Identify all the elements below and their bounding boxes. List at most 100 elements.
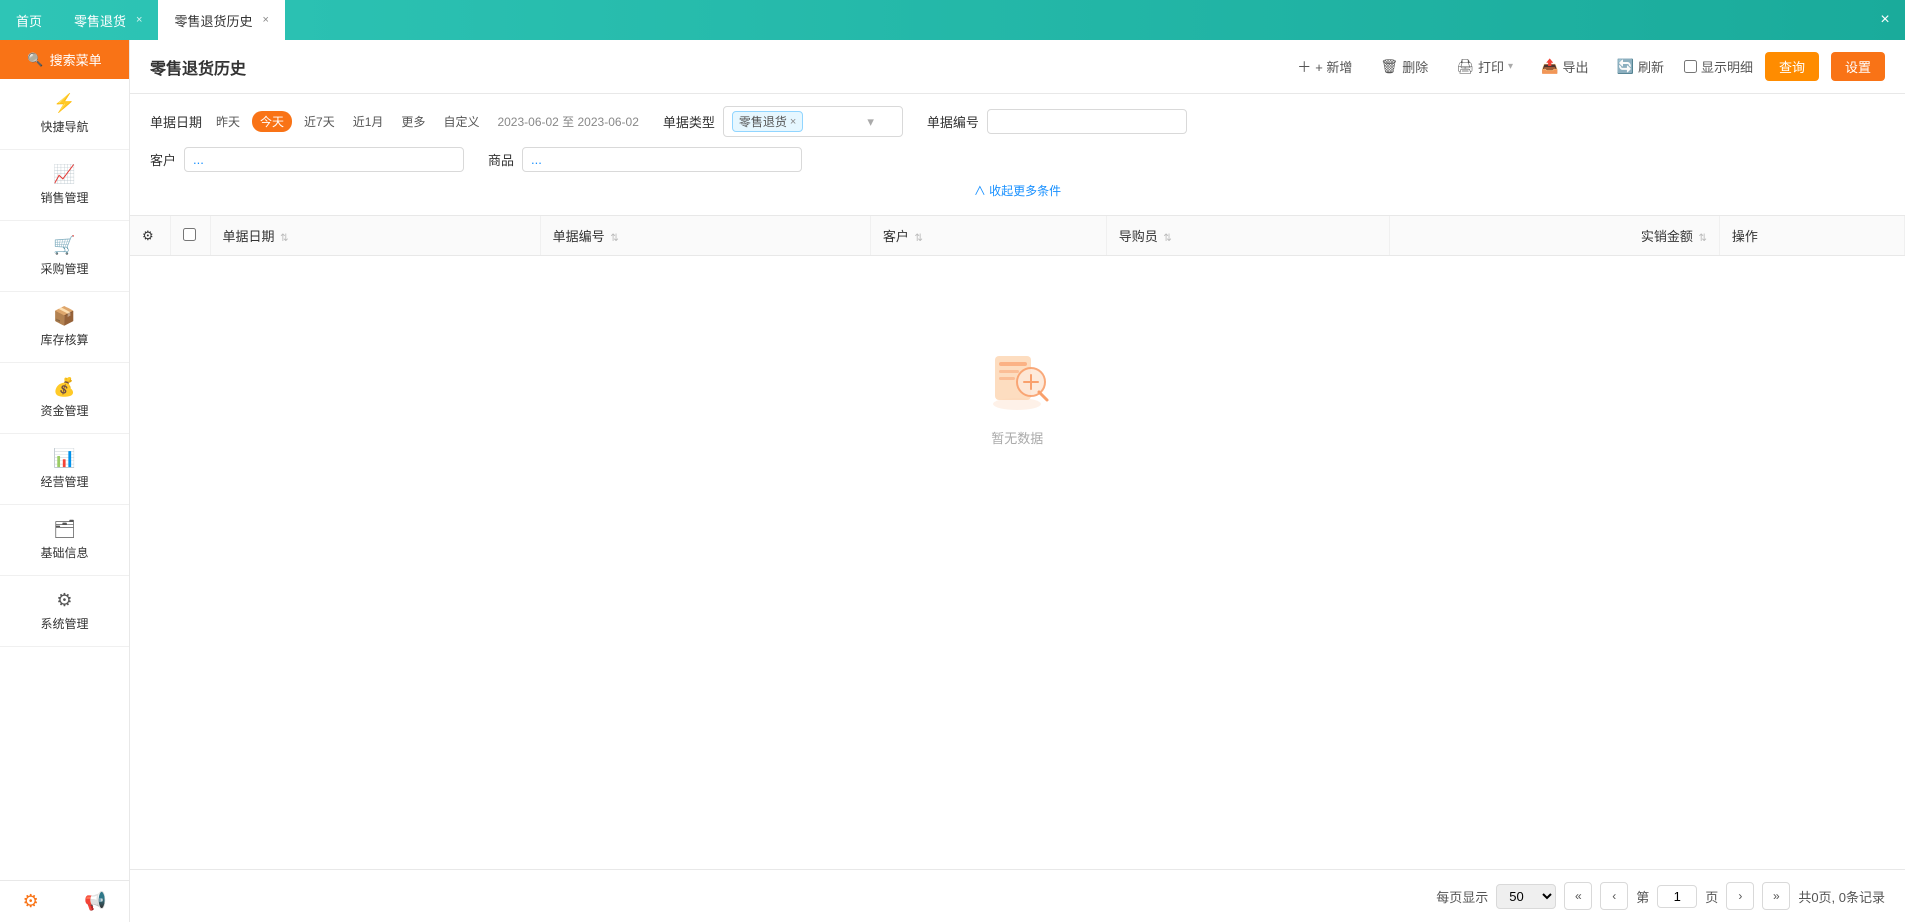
next-page-button[interactable]: › xyxy=(1726,882,1754,910)
pagination: 每页显示 20 50 100 « ‹ 第 页 › » 共0页, 0条记录 xyxy=(130,869,1905,922)
plus-icon: ＋ xyxy=(1297,57,1311,77)
print-dropdown-icon: ▾ xyxy=(1508,61,1513,72)
window-close-button[interactable]: × xyxy=(1865,0,1905,40)
search-icon: 🔍 xyxy=(27,52,43,68)
goods-ellipsis[interactable]: ... xyxy=(531,152,542,167)
toolbar: ＋ + 新增 🗑 删除 🖨 打印 ▾ 📤 导出 🔄 xyxy=(1289,52,1885,81)
tab-close-1[interactable]: × xyxy=(136,14,142,26)
date-opt-more[interactable]: 更多 xyxy=(395,111,431,132)
page-size-label: 每页显示 xyxy=(1436,887,1488,906)
type-filter-select[interactable]: 零售退货 × ▾ xyxy=(723,106,903,137)
date-opt-yesterday[interactable]: 昨天 xyxy=(210,111,246,132)
search-menu-label: 搜索菜单 xyxy=(50,50,102,69)
sidebar-label-0: 快捷导航 xyxy=(40,118,88,135)
top-bar: 首页零售退货×零售退货历史× × xyxy=(0,0,1905,40)
date-opt-today[interactable]: 今天 xyxy=(252,111,292,132)
total-label: 共0页, 0条记录 xyxy=(1798,887,1885,906)
guide-sort-icon[interactable]: ⇅ xyxy=(1163,233,1171,244)
setting-button[interactable]: 设置 xyxy=(1831,52,1885,81)
date-sort-icon[interactable]: ⇅ xyxy=(280,233,288,244)
query-label: 查询 xyxy=(1779,57,1805,76)
filter-area: 单据日期 昨天 今天 近7天 近1月 更多 自定义 2023-06-02 至 2… xyxy=(130,94,1905,216)
export-button[interactable]: 📤 导出 xyxy=(1533,53,1596,80)
tab-item-2[interactable]: 零售退货历史× xyxy=(158,0,284,40)
goods-filter-select[interactable]: ... xyxy=(522,147,802,172)
tab-item-1[interactable]: 零售退货× xyxy=(58,0,158,40)
tab-bar: 首页零售退货×零售退货历史× xyxy=(0,0,1865,40)
customer-filter-select[interactable]: ... xyxy=(184,147,464,172)
date-opt-custom[interactable]: 自定义 xyxy=(437,111,485,132)
empty-state: 暂无数据 xyxy=(130,256,1905,527)
delete-label: 删除 xyxy=(1402,57,1428,76)
page-number-input[interactable] xyxy=(1657,885,1697,908)
sidebar-item-2[interactable]: 🛒采购管理 xyxy=(0,221,129,292)
th-customer-label: 客户 xyxy=(883,229,909,244)
sidebar-item-6[interactable]: 🗂基础信息 xyxy=(0,505,129,576)
sidebar-item-7[interactable]: ⚙系统管理 xyxy=(0,576,129,647)
page-word: 第 xyxy=(1636,887,1649,906)
sidebar-label-4: 资金管理 xyxy=(40,402,88,419)
type-tag-value: 零售退货 xyxy=(739,113,787,130)
refresh-button[interactable]: 🔄 刷新 xyxy=(1609,53,1672,80)
delete-button[interactable]: 🗑 删除 xyxy=(1372,53,1436,80)
sidebar-item-3[interactable]: 📦库存核算 xyxy=(0,292,129,363)
settings-icon[interactable]: ⚙ xyxy=(23,891,39,912)
settings-gear-icon[interactable]: ⚙ xyxy=(142,228,154,243)
type-tag-close[interactable]: × xyxy=(790,116,796,128)
data-table: ⚙ 单据日期 ⇅ 单据编号 ⇅ xyxy=(130,216,1905,527)
sound-icon[interactable]: 📢 xyxy=(84,891,106,912)
content-area: 零售退货历史 ＋ + 新增 🗑 删除 🖨 打印 ▾ 📤 导出 xyxy=(130,40,1905,922)
sidebar-item-5[interactable]: 📊经营管理 xyxy=(0,434,129,505)
delete-icon: 🗑 xyxy=(1380,58,1398,75)
tab-item-0[interactable]: 首页 xyxy=(0,0,58,40)
sidebar-item-0[interactable]: ⚡快捷导航 xyxy=(0,79,129,150)
display-detail-label: 显示明细 xyxy=(1701,57,1753,76)
type-tag: 零售退货 × xyxy=(732,111,803,132)
th-amount: 实销金额 ⇅ xyxy=(1389,216,1719,256)
empty-text: 暂无数据 xyxy=(991,428,1043,447)
table-body: 暂无数据 xyxy=(130,256,1905,528)
search-menu-button[interactable]: 🔍 搜索菜单 xyxy=(0,40,129,79)
th-guide: 导购员 ⇅ xyxy=(1106,216,1389,256)
tab-label-0: 首页 xyxy=(16,11,42,30)
th-action-label: 操作 xyxy=(1732,229,1758,244)
sidebar-item-4[interactable]: 💰资金管理 xyxy=(0,363,129,434)
table-header: ⚙ 单据日期 ⇅ 单据编号 ⇅ xyxy=(130,216,1905,256)
customer-filter-label: 客户 xyxy=(150,150,176,169)
display-detail-checkbox[interactable]: 显示明细 xyxy=(1684,57,1753,76)
sidebar-icon-5: 📊 xyxy=(53,448,75,469)
sidebar-label-3: 库存核算 xyxy=(40,331,88,348)
display-detail-check[interactable] xyxy=(1684,60,1697,73)
sidebar-item-1[interactable]: 📈销售管理 xyxy=(0,150,129,221)
number-filter-input[interactable] xyxy=(987,109,1187,134)
collapse-filter-button[interactable]: ∧ 收起更多条件 xyxy=(150,182,1885,199)
customer-ellipsis[interactable]: ... xyxy=(193,152,204,167)
print-button[interactable]: 🖨 打印 ▾ xyxy=(1448,53,1521,80)
number-sort-icon[interactable]: ⇅ xyxy=(610,233,618,244)
customer-sort-icon[interactable]: ⇅ xyxy=(914,233,922,244)
th-checkbox[interactable] xyxy=(170,216,210,256)
first-page-button[interactable]: « xyxy=(1564,882,1592,910)
date-filter-label: 单据日期 xyxy=(150,112,202,131)
print-icon: 🖨 xyxy=(1456,58,1474,75)
prev-page-button[interactable]: ‹ xyxy=(1600,882,1628,910)
setting-label: 设置 xyxy=(1845,57,1871,76)
th-settings[interactable]: ⚙ xyxy=(130,216,170,256)
tab-close-2[interactable]: × xyxy=(262,14,268,26)
th-date-label: 单据日期 xyxy=(223,229,275,244)
type-filter: 单据类型 零售退货 × ▾ xyxy=(663,106,903,137)
sidebar-nav: ⚡快捷导航📈销售管理🛒采购管理📦库存核算💰资金管理📊经营管理🗂基础信息⚙系统管理 xyxy=(0,79,129,880)
amount-sort-icon[interactable]: ⇅ xyxy=(1699,233,1707,244)
select-all-checkbox[interactable] xyxy=(183,228,196,241)
number-filter: 单据编号 xyxy=(927,109,1187,134)
date-opt-1month[interactable]: 近1月 xyxy=(347,111,390,132)
page-size-select[interactable]: 20 50 100 xyxy=(1496,884,1556,909)
sidebar-label-2: 采购管理 xyxy=(40,260,88,277)
page-title: 零售退货历史 xyxy=(150,55,246,79)
th-guide-label: 导购员 xyxy=(1119,229,1158,244)
th-number-label: 单据编号 xyxy=(553,229,605,244)
new-button[interactable]: ＋ + 新增 xyxy=(1289,53,1360,81)
query-button[interactable]: 查询 xyxy=(1765,52,1819,81)
date-opt-7days[interactable]: 近7天 xyxy=(298,111,341,132)
last-page-button[interactable]: » xyxy=(1762,882,1790,910)
